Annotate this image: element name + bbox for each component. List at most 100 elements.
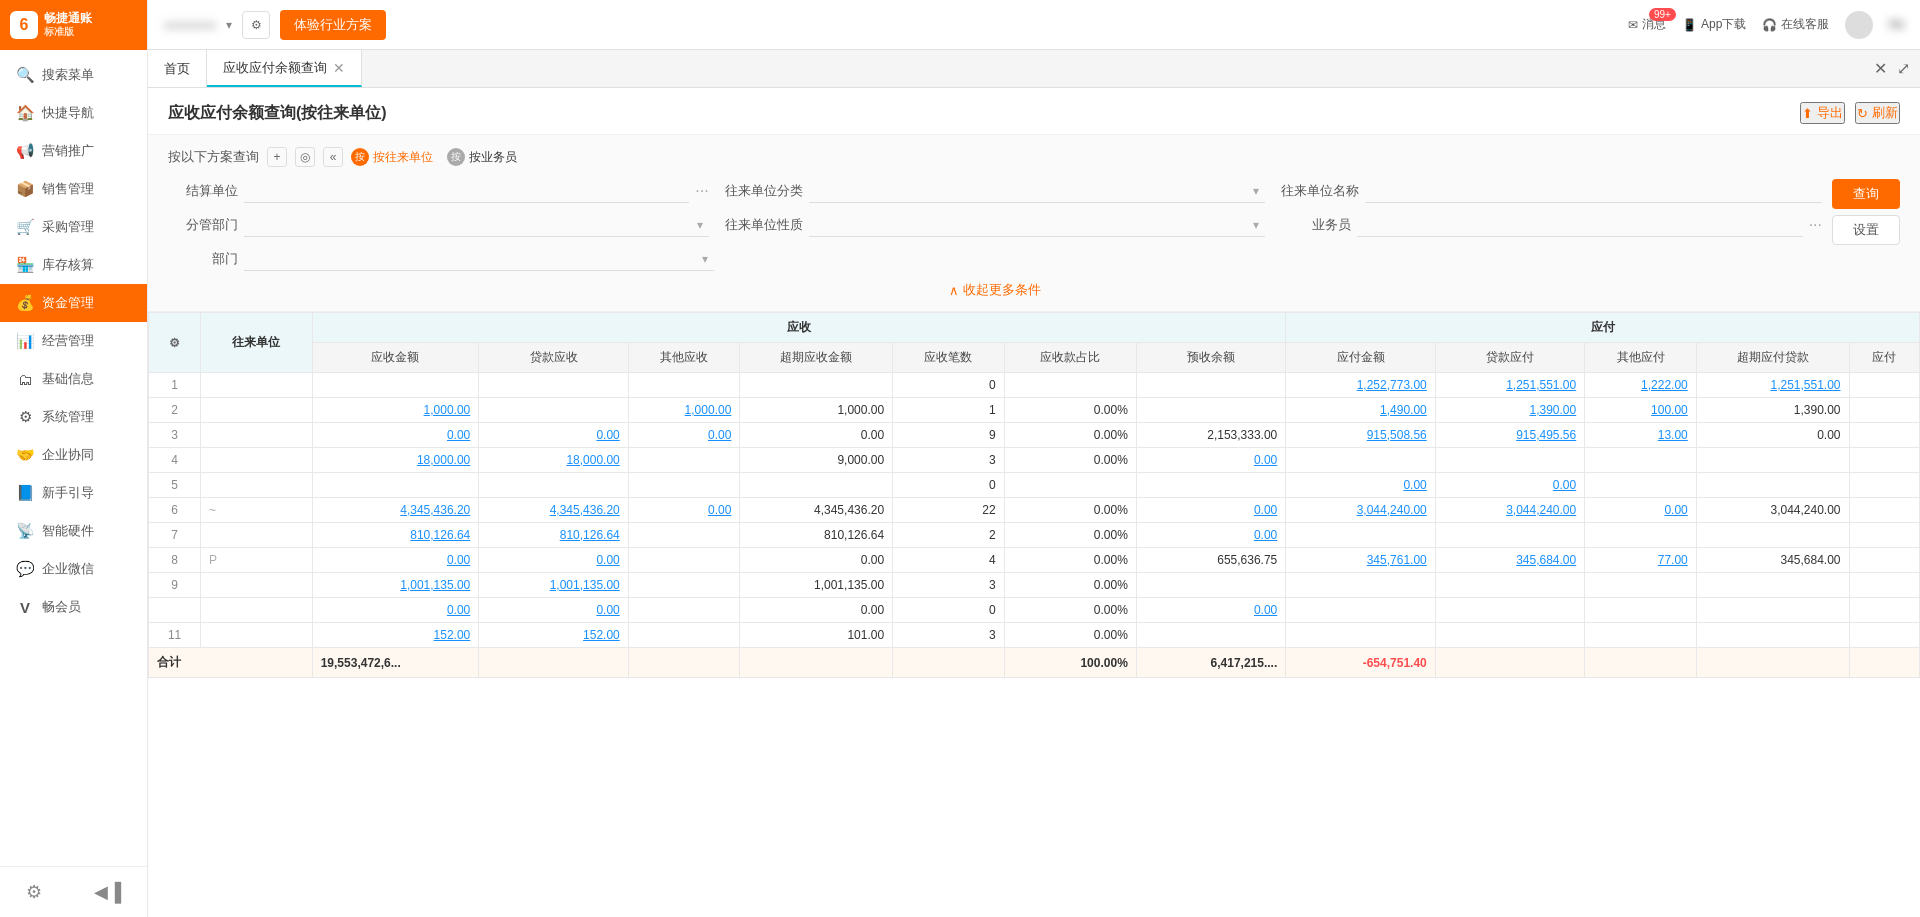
department-select[interactable]: ▾ (244, 247, 714, 271)
row-ap-loan[interactable]: 3,044,240.00 (1435, 498, 1584, 523)
row-ap-other[interactable]: 0.00 (1585, 498, 1697, 523)
row-ap-other[interactable]: 100.00 (1585, 398, 1697, 423)
row-ap-other[interactable]: 13.00 (1585, 423, 1697, 448)
row-ar-amount[interactable]: 810,126.64 (312, 523, 479, 548)
tab-close-window-btn[interactable]: ✕ (1874, 59, 1887, 78)
row-ap-other[interactable]: 1,222.00 (1585, 373, 1697, 398)
sidebar-collapse-btn[interactable]: ◀▐ (86, 877, 129, 907)
sidebar-item-operation[interactable]: 📊 经营管理 (0, 322, 147, 360)
row-ap-loan[interactable]: 1,251,551.00 (1435, 373, 1584, 398)
add-scheme-btn[interactable]: + (267, 147, 287, 167)
row-ar-amount[interactable]: 1,000.00 (312, 398, 479, 423)
row-ar-prepay[interactable]: 0.00 (1136, 448, 1285, 473)
settlement-unit-dots[interactable]: ··· (695, 182, 708, 200)
sidebar-item-system[interactable]: ⚙ 系统管理 (0, 398, 147, 436)
row-ar-amount[interactable]: 4,345,436.20 (312, 498, 479, 523)
solution-button[interactable]: 体验行业方案 (280, 10, 386, 40)
sidebar-item-basic[interactable]: 🗂 基础信息 (0, 360, 147, 398)
scheme-by-partner[interactable]: 按 按往来单位 (351, 148, 433, 166)
refresh-button[interactable]: ↻ 刷新 (1855, 102, 1900, 124)
th-settings[interactable]: ⚙ (149, 313, 201, 373)
row-ar-amount[interactable]: 0.00 (312, 548, 479, 573)
row-ap-loan[interactable]: 1,390.00 (1435, 398, 1584, 423)
row-ar-amount[interactable]: 0.00 (312, 423, 479, 448)
salesperson-dots[interactable]: ··· (1809, 216, 1822, 234)
username-label[interactable]: Rit (1889, 18, 1904, 32)
row-ar-loan[interactable]: 4,345,436.20 (479, 498, 628, 523)
row-ap-loan[interactable]: 345,684.00 (1435, 548, 1584, 573)
row-ar-amount[interactable]: 1,001,135.00 (312, 573, 479, 598)
row-ar-count: 0 (893, 598, 1005, 623)
sidebar-item-member[interactable]: V 畅会员 (0, 588, 147, 626)
row-ar-prepay[interactable]: 0.00 (1136, 523, 1285, 548)
row-ap-amount[interactable]: 1,490.00 (1286, 398, 1435, 423)
topbar-dropdown-btn[interactable]: ▾ (226, 18, 232, 32)
row-ar-amount[interactable]: 152.00 (312, 623, 479, 648)
row-ar-amount[interactable]: 0.00 (312, 598, 479, 623)
dept-select[interactable]: ▾ (244, 213, 709, 237)
row-ap-loan[interactable]: 0.00 (1435, 473, 1584, 498)
sidebar-item-cooperation[interactable]: 🤝 企业协同 (0, 436, 147, 474)
row-ar-loan[interactable]: 0.00 (479, 598, 628, 623)
row-ar-amount[interactable]: 18,000.00 (312, 448, 479, 473)
salesperson-input[interactable] (1357, 213, 1802, 237)
query-button[interactable]: 查询 (1832, 179, 1900, 209)
row-ar-prepay[interactable]: 0.00 (1136, 598, 1285, 623)
setup-button[interactable]: 设置 (1832, 215, 1900, 245)
sidebar-item-quick-nav[interactable]: 🏠 快捷导航 (0, 94, 147, 132)
topbar-settings-icon[interactable]: ⚙ (242, 11, 270, 39)
message-btn[interactable]: ✉ 消息 99+ (1628, 16, 1666, 33)
row-ar-prepay[interactable]: 0.00 (1136, 498, 1285, 523)
tab-expand-btn[interactable]: ⤢ (1897, 59, 1910, 78)
sidebar-item-wechat[interactable]: 💬 企业微信 (0, 550, 147, 588)
row-ar-other[interactable]: 1,000.00 (628, 398, 740, 423)
sidebar-item-marketing[interactable]: 📢 营销推广 (0, 132, 147, 170)
edit-scheme-btn[interactable]: ◎ (295, 147, 315, 167)
tab-receivables[interactable]: 应收应付余额查询 ✕ (207, 50, 362, 87)
partner-name-input[interactable] (1365, 179, 1822, 203)
export-button[interactable]: ⬆ 导出 (1800, 102, 1845, 124)
row-ar-loan[interactable]: 152.00 (479, 623, 628, 648)
row-ap-amount[interactable]: 1,252,773.00 (1286, 373, 1435, 398)
tab-home[interactable]: 首页 (148, 50, 207, 87)
row-ar-loan[interactable]: 1,001,135.00 (479, 573, 628, 598)
scheme-by-salesperson[interactable]: 按 按业务员 (447, 148, 517, 166)
sidebar-settings-btn[interactable]: ⚙ (18, 877, 50, 907)
table-row: 6 ~ 4,345,436.20 4,345,436.20 0.00 4,345… (149, 498, 1920, 523)
row-ar-loan (479, 398, 628, 423)
partner-category-select[interactable]: ▾ (809, 179, 1266, 203)
app-download-btn[interactable]: 📱 App下载 (1682, 16, 1746, 33)
row-ap-overdue (1696, 523, 1849, 548)
partner-nature-select[interactable]: ▾ (809, 213, 1266, 237)
online-service-btn[interactable]: 🎧 在线客服 (1762, 16, 1829, 33)
row-ap-amount[interactable]: 345,761.00 (1286, 548, 1435, 573)
row-no: 1 (149, 373, 201, 398)
row-ap-amount[interactable]: 3,044,240.00 (1286, 498, 1435, 523)
sidebar-item-sales[interactable]: 📦 销售管理 (0, 170, 147, 208)
row-ap-overdue[interactable]: 1,251,551.00 (1696, 373, 1849, 398)
row-ap-amount[interactable]: 915,508.56 (1286, 423, 1435, 448)
collapse-btn[interactable]: ∧ 收起更多条件 (168, 281, 1822, 299)
sidebar-item-purchase[interactable]: 🛒 采购管理 (0, 208, 147, 246)
row-ar-other[interactable]: 0.00 (628, 498, 740, 523)
row-ar-loan[interactable]: 18,000.00 (479, 448, 628, 473)
row-ar-loan[interactable]: 0.00 (479, 423, 628, 448)
row-ap-amount[interactable]: 0.00 (1286, 473, 1435, 498)
row-ar-loan[interactable]: 0.00 (479, 548, 628, 573)
sidebar-item-search-menu[interactable]: 🔍 搜索菜单 (0, 56, 147, 94)
sidebar-item-guide[interactable]: 📘 新手引导 (0, 474, 147, 512)
row-ar-loan[interactable]: 810,126.64 (479, 523, 628, 548)
tab-close-icon[interactable]: ✕ (333, 60, 345, 76)
sidebar-item-inventory[interactable]: 🏪 库存核算 (0, 246, 147, 284)
table-wrap[interactable]: ⚙ 往来单位 应收 应付 应收金额 贷款应收 其他应收 超期应收金额 应收笔数 … (148, 312, 1920, 917)
scheme-back-btn[interactable]: « (323, 147, 343, 167)
sidebar-item-hardware[interactable]: 📡 智能硬件 (0, 512, 147, 550)
sidebar-item-finance[interactable]: 💰 资金管理 (0, 284, 147, 322)
row-ap-loan[interactable]: 915,495.56 (1435, 423, 1584, 448)
settlement-unit-input[interactable] (244, 179, 689, 203)
row-ap-other[interactable]: 77.00 (1585, 548, 1697, 573)
row-ar-other[interactable]: 0.00 (628, 423, 740, 448)
row-ap-tail (1849, 523, 1919, 548)
table-settings-icon[interactable]: ⚙ (169, 336, 180, 350)
table-row: 4 18,000.00 18,000.00 9,000.00 3 0.00% 0… (149, 448, 1920, 473)
